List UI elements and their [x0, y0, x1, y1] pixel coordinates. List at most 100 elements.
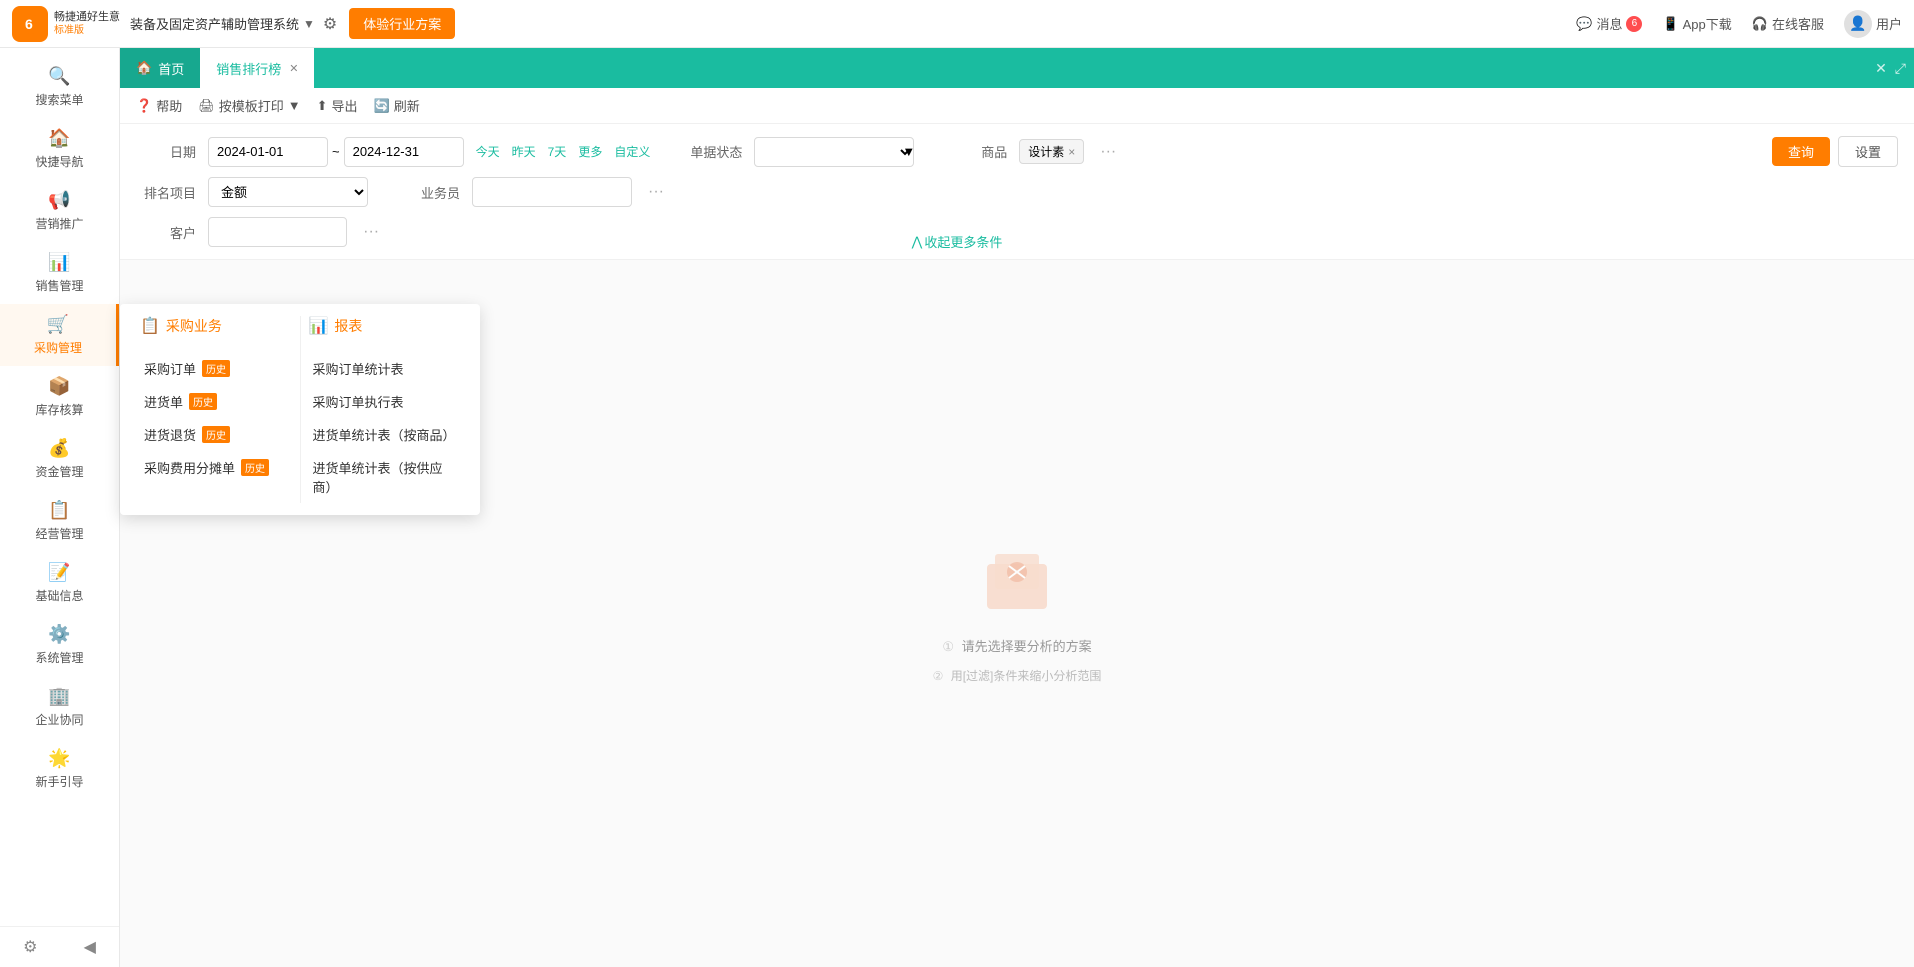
date-label: 日期 — [136, 142, 196, 161]
message-btn[interactable]: 💬 消息 6 — [1576, 14, 1642, 33]
shortcut-today[interactable]: 今天 — [476, 143, 500, 160]
goods-label: 商品 — [947, 142, 1007, 161]
shortcut-custom[interactable]: 自定义 — [614, 143, 650, 160]
sidebar-item-operations[interactable]: 📋 经营管理 — [0, 490, 119, 552]
tab-close-sales-rank[interactable]: ✕ — [289, 62, 298, 75]
customer-more-btn[interactable]: ··· — [359, 223, 383, 241]
date-end-input[interactable] — [344, 137, 464, 167]
toolbar-refresh[interactable]: 🔄 刷新 — [374, 96, 420, 115]
sidebar-item-search[interactable]: 🔍 搜索菜单 — [0, 56, 119, 118]
avatar: 👤 — [1844, 10, 1872, 38]
history-badge-0: 历史 — [202, 360, 230, 377]
phone-icon: 📱 — [1662, 16, 1678, 32]
online-service-btn[interactable]: 🎧 在线客服 — [1752, 14, 1824, 33]
print-icon: 🖨 — [198, 98, 215, 114]
filter-actions: 查询 设置 — [1772, 136, 1898, 167]
dropdown-col1-title: 📋 采购业务 — [140, 316, 292, 342]
headset-icon: 🎧 — [1752, 16, 1768, 32]
enterprise-icon: 🏢 — [48, 686, 70, 707]
user-btn[interactable]: 👤 用户 — [1844, 10, 1902, 38]
sidebar-item-sales[interactable]: 📊 销售管理 — [0, 242, 119, 304]
filter-area: 日期 ~ 今天 昨天 7天 更多 自定义 单据状态 ▼ 商品 设计素 × — [120, 124, 1914, 260]
help-icon: ❓ — [136, 98, 152, 114]
history-badge-3: 历史 — [241, 459, 269, 476]
sidebar-collapse-btn[interactable]: ◀ — [84, 937, 96, 957]
dropdown-item-purchase-order[interactable]: 采购订单 历史 — [140, 352, 292, 385]
toolbar-export[interactable]: ⬆ 导出 — [317, 96, 358, 115]
sidebar-item-guide[interactable]: 🌟 新手引导 — [0, 738, 119, 800]
shortcut-7days[interactable]: 7天 — [548, 143, 567, 160]
sidebar-item-funds[interactable]: 💰 资金管理 — [0, 428, 119, 490]
shortcut-more[interactable]: 更多 — [578, 143, 602, 160]
home-tab-icon: 🏠 — [136, 60, 152, 76]
sidebar-item-enterprise[interactable]: 🏢 企业协同 — [0, 676, 119, 738]
dropdown-item-goods-receipt-stats-by-supplier[interactable]: 进货单统计表（按供应商） — [309, 451, 461, 503]
collapse-btn[interactable]: ⋀ 收起更多条件 — [912, 232, 1003, 251]
empty-illustration — [967, 544, 1067, 624]
sidebar-bottom: ⚙ ◀ — [0, 926, 119, 967]
marketing-icon: 📢 — [48, 190, 70, 211]
logo-text: 畅捷通好生意 标准版 — [54, 10, 120, 37]
collapse-icon: ⋀ — [912, 234, 923, 250]
basic-info-icon: 📝 — [48, 562, 70, 583]
dropdown-item-goods-receipt[interactable]: 进货单 历史 — [140, 385, 292, 418]
dropdown-col-reports: 📊 报表 采购订单统计表 采购订单执行表 进货单统计表（按商品） 进货单统计表（… — [300, 316, 469, 503]
dropdown-item-purchase-expense[interactable]: 采购费用分摊单 历史 — [140, 451, 292, 484]
rank-item-label: 排名项目 — [136, 183, 196, 202]
customer-input[interactable] — [208, 217, 347, 247]
sidebar-item-inventory[interactable]: 📦 库存核算 — [0, 366, 119, 428]
toolbar-print[interactable]: 🖨 按模板打印 ▼ — [198, 96, 300, 115]
salesperson-input[interactable] — [472, 177, 632, 207]
sidebar-item-basic-info[interactable]: 📝 基础信息 — [0, 552, 119, 614]
industry-btn[interactable]: 体验行业方案 — [349, 8, 455, 39]
system-title: 装备及固定资产辅助管理系统 — [130, 14, 299, 33]
tab-close-btn[interactable]: ✕ — [1875, 60, 1887, 77]
tab-sales-rank[interactable]: 销售排行榜 ✕ — [200, 48, 314, 88]
date-start-input[interactable] — [208, 137, 328, 167]
sidebar-item-quick-nav[interactable]: 🏠 快捷导航 — [0, 118, 119, 180]
tab-home[interactable]: 🏠 首页 — [120, 48, 200, 88]
sidebar-item-marketing[interactable]: 📢 营销推广 — [0, 180, 119, 242]
goods-tag-close[interactable]: × — [1068, 145, 1075, 159]
salesperson-more-btn[interactable]: ··· — [644, 183, 668, 201]
tab-expand-btn[interactable]: ⤢ — [1895, 60, 1906, 77]
dropdown-item-purchase-order-exec[interactable]: 采购订单执行表 — [309, 385, 461, 418]
refresh-icon: 🔄 — [374, 98, 390, 114]
inventory-icon: 📦 — [48, 376, 70, 397]
svg-text:6: 6 — [25, 16, 33, 32]
doc-status-label: 单据状态 — [682, 142, 742, 161]
logo: 6 畅捷通好生意 标准版 — [12, 6, 122, 42]
tabbar: 🏠 首页 销售排行榜 ✕ ✕ ⤢ — [120, 48, 1914, 88]
app-download-btn[interactable]: 📱 App下载 — [1662, 14, 1731, 33]
settings-icon-btn[interactable]: ⚙ — [323, 14, 337, 34]
dropdown-item-goods-receipt-stats-by-goods[interactable]: 进货单统计表（按商品） — [309, 418, 461, 451]
empty-hint2: ② 用[过滤]条件来缩小分析范围 — [933, 667, 1102, 684]
tabbar-right: ✕ ⤢ — [1875, 60, 1914, 77]
purchase-business-icon: 📋 — [140, 316, 160, 336]
message-icon: 💬 — [1576, 16, 1592, 32]
sidebar-settings-btn[interactable]: ⚙ — [23, 937, 37, 957]
sidebar: 🔍 搜索菜单 🏠 快捷导航 📢 营销推广 📊 销售管理 🛒 采购管理 📦 库存核… — [0, 48, 120, 967]
export-icon: ⬆ — [317, 98, 328, 114]
funds-icon: 💰 — [48, 438, 70, 459]
home-icon: 🏠 — [48, 128, 70, 149]
dropdown-col-purchase: 📋 采购业务 采购订单 历史 进货单 历史 进货退货 历史 — [132, 316, 300, 503]
print-dropdown-icon: ▼ — [288, 98, 301, 113]
dropdown-item-goods-return[interactable]: 进货退货 历史 — [140, 418, 292, 451]
shortcut-yesterday[interactable]: 昨天 — [512, 143, 536, 160]
goods-more-btn[interactable]: ··· — [1096, 143, 1120, 161]
filter-row-3: 客户 ··· ⋀ 收起更多条件 — [136, 217, 1898, 247]
empty-hint1: ① 请先选择要分析的方案 — [942, 636, 1091, 655]
toolbar-help[interactable]: ❓ 帮助 — [136, 96, 182, 115]
content-area: 🏠 首页 销售排行榜 ✕ ✕ ⤢ ❓ 帮助 🖨 按模板打印 ▼ — [120, 48, 1914, 967]
rank-item-select[interactable]: 金额 — [208, 177, 368, 207]
goods-tag: 设计素 × — [1019, 139, 1084, 164]
filter-settings-btn[interactable]: 设置 — [1838, 136, 1898, 167]
doc-status-select[interactable] — [754, 137, 914, 167]
dropdown-item-purchase-order-stats[interactable]: 采购订单统计表 — [309, 352, 461, 385]
system-dropdown-btn[interactable]: ▼ — [303, 17, 315, 31]
customer-label: 客户 — [136, 223, 196, 242]
query-btn[interactable]: 查询 — [1772, 137, 1830, 166]
sidebar-item-purchase[interactable]: 🛒 采购管理 — [0, 304, 119, 366]
sidebar-item-system[interactable]: ⚙️ 系统管理 — [0, 614, 119, 676]
